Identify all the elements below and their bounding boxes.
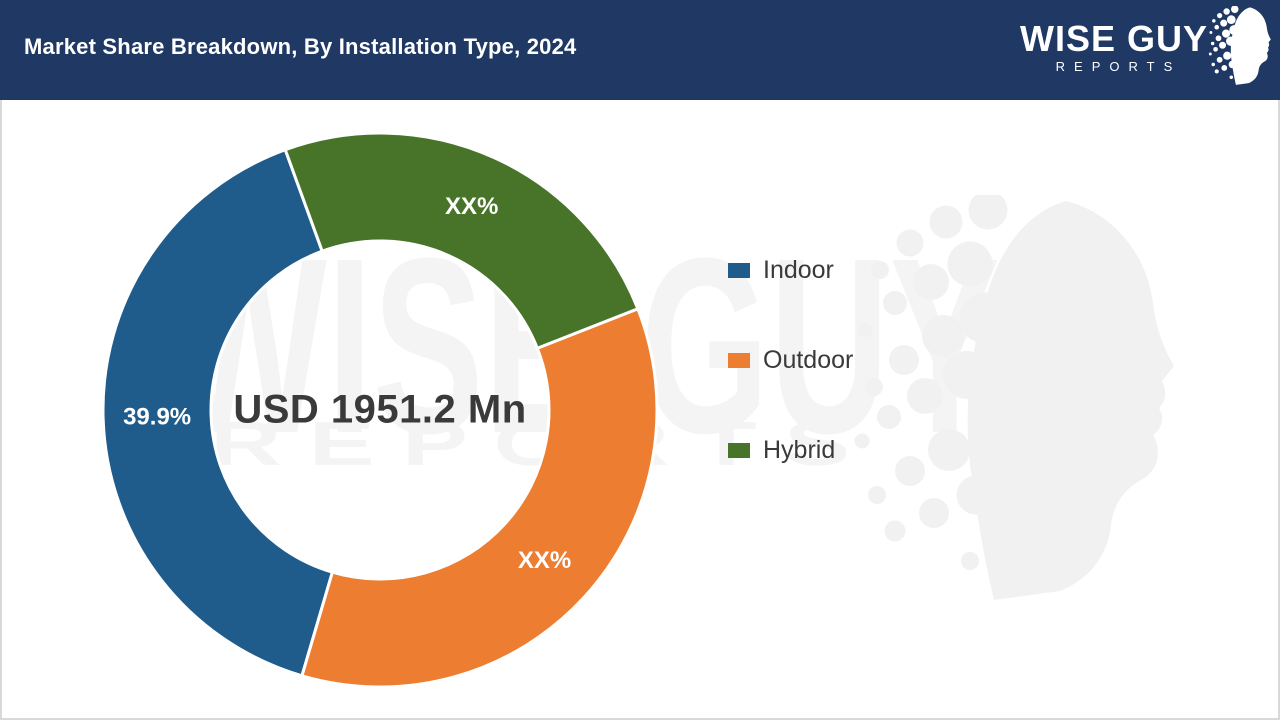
logo: WISE GUY REPORTS: [1020, 6, 1272, 88]
legend-label-hybrid: Hybrid: [763, 435, 836, 464]
logo-wordmark: WISE GUY REPORTS: [1020, 20, 1208, 74]
legend-label-indoor: Indoor: [763, 255, 834, 284]
logo-face-icon: [1208, 6, 1271, 85]
legend-swatch-hybrid: [728, 442, 750, 458]
legend: Indoor Outdoor Hybrid: [728, 254, 853, 524]
logo-reports-text: REPORTS: [1055, 58, 1182, 74]
segment-outdoor: [300, 306, 659, 689]
logo-wordmark-text: WISE GUY: [1019, 18, 1208, 60]
segment-label-indoor: 39.9%: [123, 404, 191, 431]
legend-item-indoor: Indoor: [728, 254, 853, 286]
legend-label-outdoor: Outdoor: [763, 345, 854, 374]
header-bar: Market Share Breakdown, By Installation …: [0, 0, 1280, 100]
segment-label-outdoor: XX%: [518, 547, 571, 574]
legend-item-outdoor: Outdoor: [728, 344, 853, 376]
segment-label-hybrid: XX%: [445, 193, 498, 220]
page-title: Market Share Breakdown, By Installation …: [24, 34, 577, 59]
report-page: Market Share Breakdown, By Installation …: [0, 0, 1280, 720]
legend-item-hybrid: Hybrid: [728, 434, 853, 466]
legend-swatch-outdoor: [728, 352, 750, 368]
legend-swatch-indoor: [728, 262, 750, 278]
segment-hybrid: [283, 131, 640, 351]
donut-center-label: USD 1951.2 Mn: [233, 387, 527, 432]
